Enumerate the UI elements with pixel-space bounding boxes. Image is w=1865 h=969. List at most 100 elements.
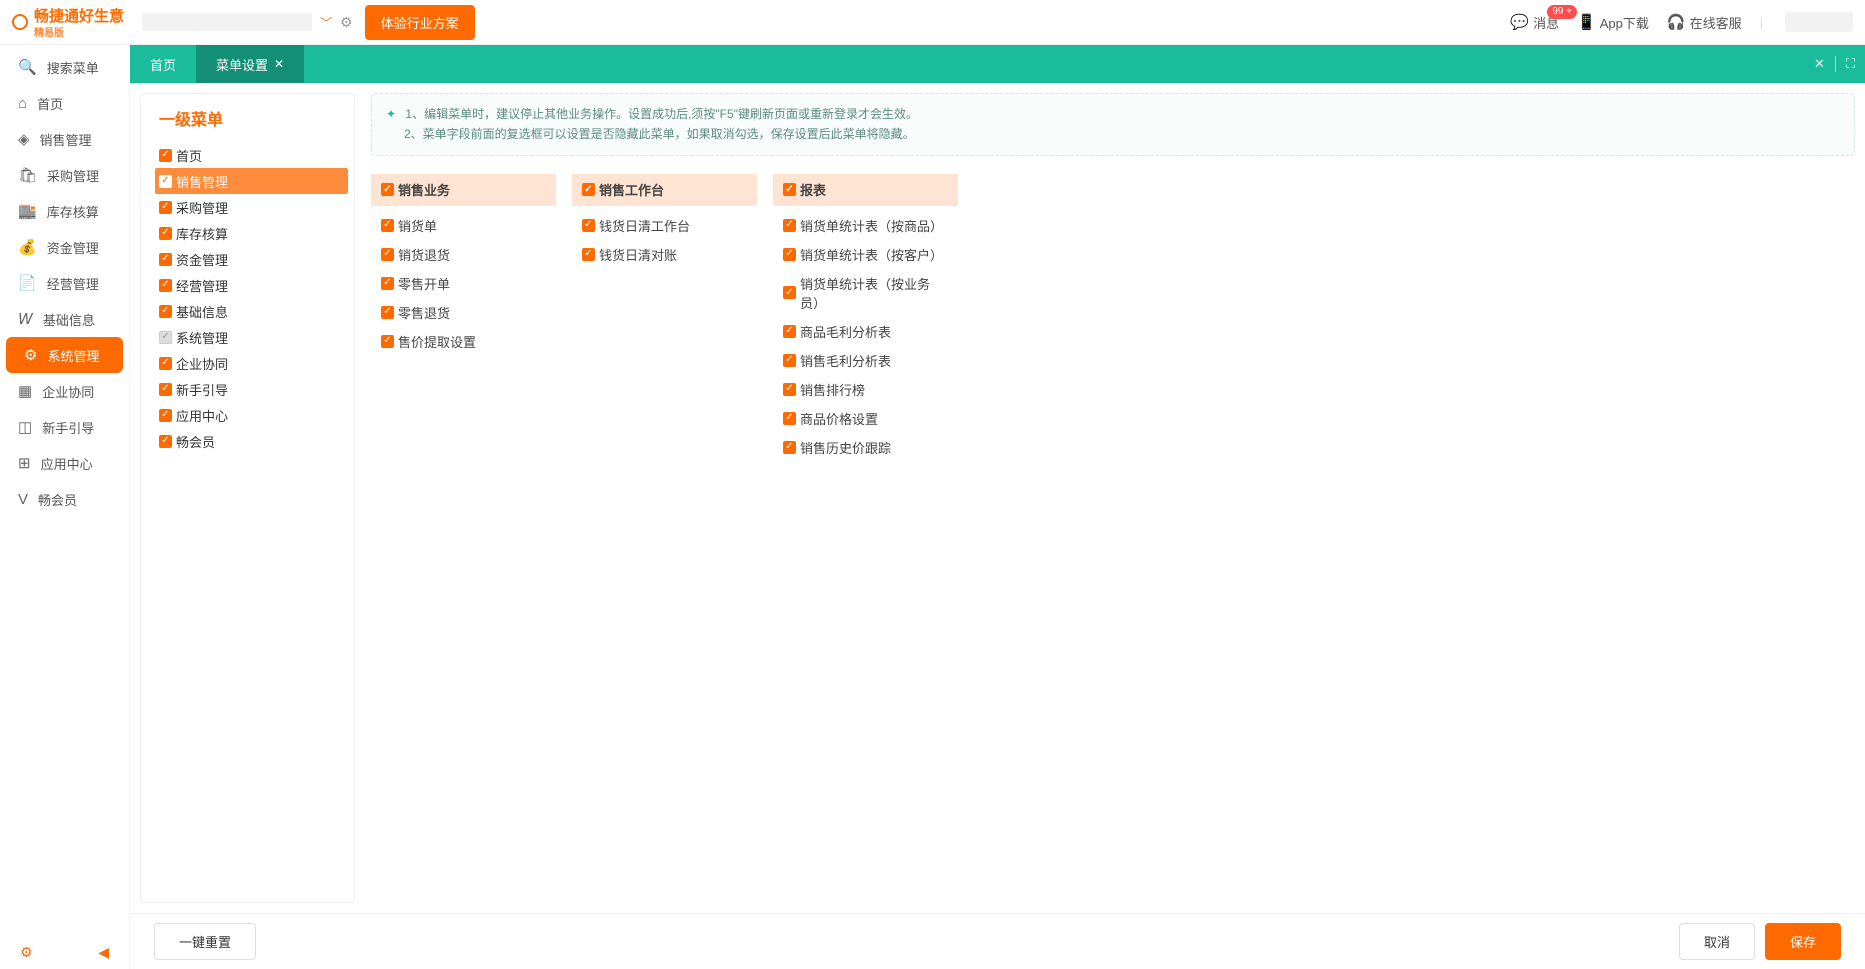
reset-button[interactable]: 一键重置	[154, 923, 256, 960]
column-item[interactable]: 销货退货	[381, 245, 546, 264]
gear-icon[interactable]: ⚙	[340, 14, 353, 31]
messages-link[interactable]: 💬 消息 99 +	[1510, 13, 1559, 32]
sidebar-item-8[interactable]: ⚙ 系统管理	[6, 337, 123, 373]
tabs-bar: 首页 菜单设置 ✕ ✕ ⛶	[130, 45, 1865, 83]
checkbox-icon[interactable]	[582, 219, 595, 232]
sidebar-item-0[interactable]: 🔍 搜索菜单	[0, 49, 129, 85]
column-item[interactable]: 零售开单	[381, 274, 546, 293]
fullscreen-icon[interactable]: ⛶	[1846, 56, 1855, 72]
checkbox-icon[interactable]	[159, 279, 172, 292]
column-item[interactable]: 销售历史价跟踪	[783, 438, 948, 457]
phone-icon: 📱	[1577, 13, 1596, 31]
level1-item-9[interactable]: 新手引导	[155, 376, 354, 402]
checkbox-icon[interactable]	[159, 201, 172, 214]
column-item[interactable]: 钱货日清工作台	[582, 216, 747, 235]
column-item[interactable]: 销货单统计表（按业务员）	[783, 274, 948, 312]
chevron-down-icon: ﹀	[320, 14, 332, 31]
level1-item-7[interactable]: 系统管理	[155, 324, 354, 350]
sidebar-item-label: 畅会员	[38, 490, 77, 509]
close-icon[interactable]: ✕	[274, 57, 284, 71]
sidebar-item-1[interactable]: ⌂ 首页	[0, 85, 129, 121]
checkbox-icon[interactable]	[783, 286, 796, 299]
level1-item-label: 经营管理	[176, 276, 228, 295]
column-item[interactable]: 销货单统计表（按客户）	[783, 245, 948, 264]
column-item[interactable]: 钱货日清对账	[582, 245, 747, 264]
checkbox-icon[interactable]	[159, 383, 172, 396]
tab-home[interactable]: 首页	[130, 45, 196, 83]
sidebar-item-7[interactable]: 𝘞 基础信息	[0, 301, 129, 337]
level1-item-label: 销售管理	[176, 172, 228, 191]
column-head[interactable]: 销售业务	[371, 174, 556, 206]
sidebar-item-3[interactable]: 🛍 采购管理	[0, 157, 129, 193]
sidebar-item-12[interactable]: V 畅会员	[0, 481, 129, 517]
column-item[interactable]: 销货单统计表（按商品）	[783, 216, 948, 235]
column-item-label: 销售排行榜	[800, 380, 865, 399]
level1-item-3[interactable]: 库存核算	[155, 220, 354, 246]
sidebar-item-10[interactable]: ◫ 新手引导	[0, 409, 129, 445]
collapse-icon[interactable]: ◀	[98, 944, 109, 961]
column-head[interactable]: 报表	[773, 174, 958, 206]
app-download-link[interactable]: 📱 App下载	[1577, 13, 1649, 32]
level1-item-label: 系统管理	[176, 328, 228, 347]
cancel-button[interactable]: 取消	[1679, 923, 1755, 960]
level1-item-10[interactable]: 应用中心	[155, 402, 354, 428]
checkbox-icon[interactable]	[783, 412, 796, 425]
checkbox-icon[interactable]	[159, 253, 172, 266]
checkbox-icon[interactable]	[783, 354, 796, 367]
checkbox-icon[interactable]	[783, 183, 796, 196]
tab-menu-settings[interactable]: 菜单设置 ✕	[196, 45, 304, 83]
online-service-link[interactable]: 🎧 在线客服	[1667, 13, 1742, 32]
sidebar-item-9[interactable]: ▦ 企业协同	[0, 373, 129, 409]
checkbox-icon[interactable]	[381, 306, 394, 319]
column-item[interactable]: 售价提取设置	[381, 332, 546, 351]
column-item[interactable]: 销货单	[381, 216, 546, 235]
checkbox-icon[interactable]	[381, 183, 394, 196]
checkbox-icon[interactable]	[381, 219, 394, 232]
checkbox-icon[interactable]	[381, 277, 394, 290]
sidebar-item-label: 库存核算	[47, 202, 99, 221]
checkbox-icon[interactable]	[159, 331, 172, 344]
checkbox-icon[interactable]	[381, 248, 394, 261]
tenant-select[interactable]: ﹀	[142, 13, 332, 31]
level1-item-2[interactable]: 采购管理	[155, 194, 354, 220]
level1-item-5[interactable]: 经营管理	[155, 272, 354, 298]
checkbox-icon[interactable]	[783, 383, 796, 396]
level1-item-1[interactable]: 销售管理	[155, 168, 348, 194]
level1-item-6[interactable]: 基础信息	[155, 298, 354, 324]
level1-item-11[interactable]: 畅会员	[155, 428, 354, 454]
level1-item-0[interactable]: 首页	[155, 142, 354, 168]
column-item[interactable]: 销售排行榜	[783, 380, 948, 399]
sidebar-item-4[interactable]: 🏬 库存核算	[0, 193, 129, 229]
column-head[interactable]: 销售工作台	[572, 174, 757, 206]
checkbox-icon[interactable]	[582, 183, 595, 196]
try-industry-button[interactable]: 体验行业方案	[365, 5, 475, 40]
checkbox-icon[interactable]	[159, 435, 172, 448]
checkbox-icon[interactable]	[159, 409, 172, 422]
checkbox-icon[interactable]	[381, 335, 394, 348]
column-item[interactable]: 商品价格设置	[783, 409, 948, 428]
checkbox-icon[interactable]	[159, 175, 172, 188]
close-all-icon[interactable]: ✕	[1814, 56, 1825, 72]
column-0: 销售业务 销货单 销货退货 零售开单 零售退货 售价提取设置	[371, 174, 556, 477]
checkbox-icon[interactable]	[783, 325, 796, 338]
user-avatar[interactable]	[1785, 12, 1853, 32]
sidebar-item-11[interactable]: ⊞ 应用中心	[0, 445, 129, 481]
level1-item-8[interactable]: 企业协同	[155, 350, 354, 376]
column-item[interactable]: 销售毛利分析表	[783, 351, 948, 370]
checkbox-icon[interactable]	[783, 441, 796, 454]
checkbox-icon[interactable]	[159, 149, 172, 162]
checkbox-icon[interactable]	[159, 357, 172, 370]
save-button[interactable]: 保存	[1765, 923, 1841, 960]
checkbox-icon[interactable]	[159, 227, 172, 240]
checkbox-icon[interactable]	[159, 305, 172, 318]
checkbox-icon[interactable]	[582, 248, 595, 261]
column-item[interactable]: 零售退货	[381, 303, 546, 322]
sidebar-item-5[interactable]: 💰 资金管理	[0, 229, 129, 265]
column-item[interactable]: 商品毛利分析表	[783, 322, 948, 341]
settings-icon[interactable]: ⚙	[20, 944, 33, 961]
level1-item-4[interactable]: 资金管理	[155, 246, 354, 272]
sidebar-item-6[interactable]: 📄 经营管理	[0, 265, 129, 301]
checkbox-icon[interactable]	[783, 219, 796, 232]
checkbox-icon[interactable]	[783, 248, 796, 261]
sidebar-item-2[interactable]: ◈ 销售管理	[0, 121, 129, 157]
